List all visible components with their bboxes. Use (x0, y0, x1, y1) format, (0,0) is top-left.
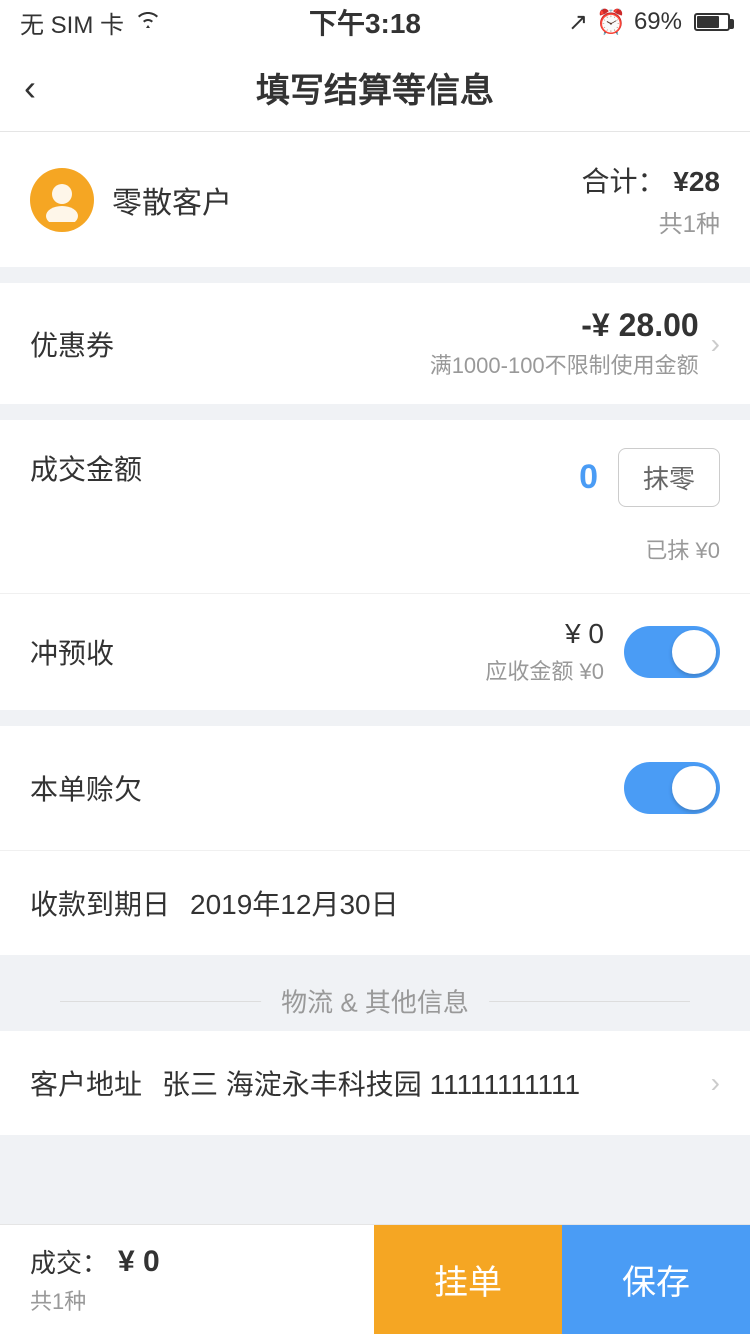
pre-collect-values: ¥ 0 应收金额 ¥0 (485, 618, 604, 686)
trade-amount-row: 成交金额 0 抹零 已抹 ¥0 (0, 420, 750, 593)
location-icon: ↗ (568, 8, 588, 37)
pre-collect-row: 冲预收 ¥ 0 应收金额 ¥0 (0, 593, 750, 710)
avatar (30, 168, 94, 232)
count-label: 共1种 (581, 204, 720, 239)
nav-bar: ‹ 填写结算等信息 (0, 44, 750, 132)
bottom-trade-amount: ¥ 0 (118, 1245, 160, 1279)
trade-amount-right: 0 抹零 已抹 ¥0 (579, 448, 720, 565)
coupon-label: 优惠券 (30, 324, 114, 364)
due-date-row: 收款到期日 2019年12月30日 (0, 850, 750, 955)
customer-right: 合计： ¥28 共1种 (581, 160, 720, 239)
total-line: 合计： ¥28 (581, 160, 720, 200)
pre-collect-right: ¥ 0 应收金额 ¥0 (485, 618, 720, 686)
pre-collect-sub: 应收金额 ¥0 (485, 654, 604, 686)
pre-collect-amount: ¥ 0 (485, 618, 604, 650)
address-row[interactable]: 客户地址 张三 海淀永丰科技园 11111111111 › (0, 1031, 750, 1135)
round-button[interactable]: 抹零 (618, 448, 720, 507)
pre-collect-toggle[interactable] (624, 626, 720, 678)
coupon-desc: 满1000-100不限制使用金额 (430, 348, 699, 380)
no-sim-text: 无 SIM 卡 (20, 5, 124, 40)
customer-card: 零散客户 合计： ¥28 共1种 (0, 132, 750, 267)
bottom-bar: 成交： ¥ 0 共1种 挂单 保存 (0, 1224, 750, 1334)
status-time: 下午3:18 (309, 2, 421, 42)
hold-order-button[interactable]: 挂单 (374, 1225, 562, 1334)
coupon-right: -¥ 28.00 满1000-100不限制使用金额 › (430, 307, 720, 380)
save-button[interactable]: 保存 (562, 1225, 750, 1334)
section-divider: 物流 & 其他信息 (0, 971, 750, 1031)
battery-icon (694, 13, 730, 31)
alarm-icon: ⏰ (596, 8, 626, 37)
trade-amount-card: 成交金额 0 抹零 已抹 ¥0 冲预收 ¥ 0 应收金额 ¥0 (0, 420, 750, 710)
due-date-label: 收款到期日 (30, 883, 170, 923)
total-label: 合计： (581, 166, 665, 197)
total-amount: ¥28 (673, 166, 720, 197)
debit-label: 本单赊欠 (30, 768, 142, 808)
status-bar: 无 SIM 卡 下午3:18 ↗ ⏰ 69% (0, 0, 750, 44)
address-chevron-icon: › (711, 1067, 720, 1099)
coupon-card[interactable]: 优惠券 -¥ 28.00 满1000-100不限制使用金额 › (0, 283, 750, 404)
coupon-row[interactable]: 优惠券 -¥ 28.00 满1000-100不限制使用金额 › (0, 283, 750, 404)
debit-toggle-knob (672, 766, 716, 810)
bottom-trade: 成交： ¥ 0 (30, 1243, 344, 1280)
bottom-trade-label: 成交： (30, 1243, 108, 1280)
discount-amount: -¥ 28.00 (430, 307, 699, 344)
bottom-count: 共1种 (30, 1284, 344, 1316)
bottom-info: 成交： ¥ 0 共1种 (0, 1243, 374, 1316)
chevron-right-icon: › (711, 328, 720, 360)
customer-name: 零散客户 (112, 178, 232, 222)
address-value: 张三 海淀永丰科技园 11111111111 (162, 1063, 711, 1103)
battery-percent: 69% (634, 8, 682, 36)
address-label: 客户地址 (30, 1063, 142, 1103)
toggle-knob (672, 630, 716, 674)
page-title: 填写结算等信息 (256, 63, 494, 112)
pre-collect-label: 冲预收 (30, 632, 114, 672)
debit-toggle[interactable] (624, 762, 720, 814)
debit-card: 本单赊欠 收款到期日 2019年12月30日 (0, 726, 750, 955)
back-button[interactable]: ‹ (24, 67, 36, 109)
content: 零散客户 合计： ¥28 共1种 优惠券 -¥ 28.00 满1000-100不… (0, 132, 750, 1271)
trade-amount-label: 成交金额 (30, 448, 142, 488)
address-card[interactable]: 客户地址 张三 海淀永丰科技园 11111111111 › (0, 1031, 750, 1135)
status-right: ↗ ⏰ 69% (568, 8, 730, 37)
section-divider-text: 物流 & 其他信息 (261, 983, 489, 1020)
customer-left: 零散客户 (30, 168, 232, 232)
customer-row: 零散客户 合计： ¥28 共1种 (0, 132, 750, 267)
due-date-value: 2019年12月30日 (190, 883, 399, 923)
wifi-icon (134, 8, 162, 36)
coupon-info: -¥ 28.00 满1000-100不限制使用金额 (430, 307, 699, 380)
debit-row: 本单赊欠 (0, 726, 750, 850)
already-rounded-label: 已抹 ¥0 (645, 533, 720, 565)
trade-amount-value: 0 (579, 458, 598, 497)
status-left: 无 SIM 卡 (20, 5, 162, 40)
